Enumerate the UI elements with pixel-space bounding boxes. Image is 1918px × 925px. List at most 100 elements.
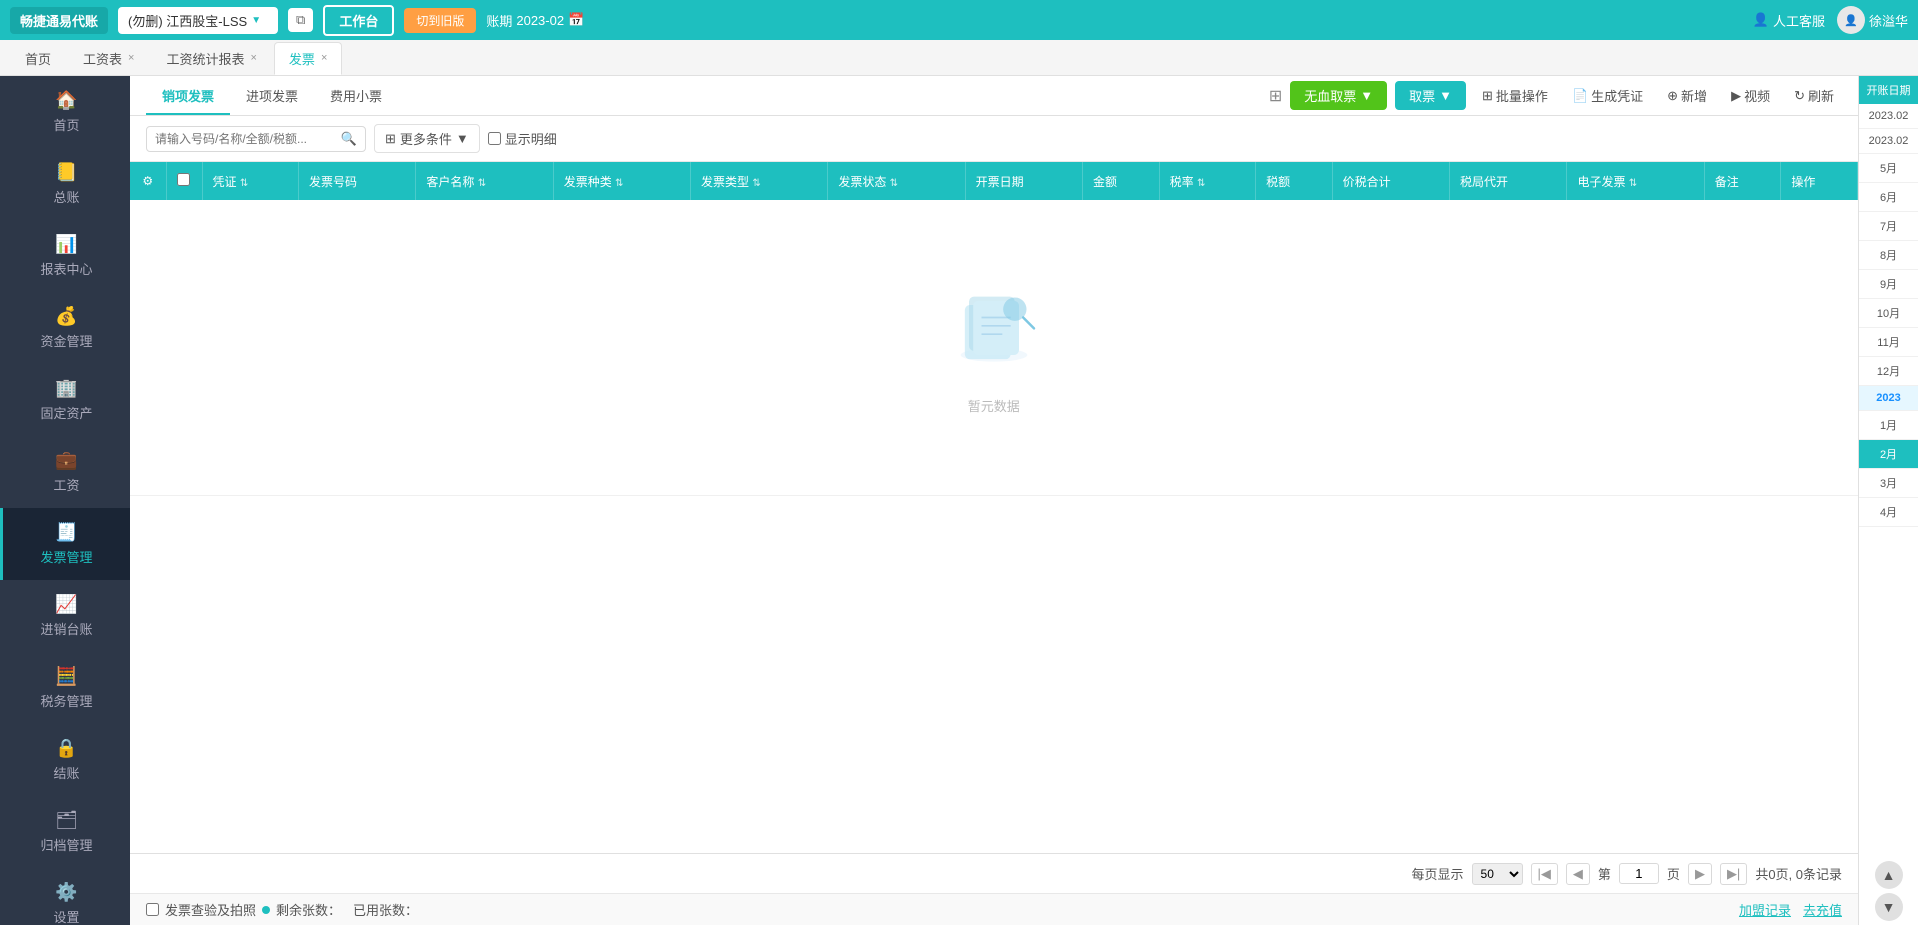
sidebar-item-fund[interactable]: 💰 资金管理 bbox=[0, 292, 130, 364]
scroll-down-button[interactable]: ▼ bbox=[1875, 893, 1903, 921]
search-input[interactable] bbox=[155, 132, 337, 146]
col-e-invoice[interactable]: 电子发票 ⇅ bbox=[1567, 162, 1704, 200]
prev-page-button[interactable]: ◀ bbox=[1566, 863, 1590, 885]
sidebar-item-ledger[interactable]: 📒 总账 bbox=[0, 148, 130, 220]
open-period-button[interactable]: 开账日期 bbox=[1859, 76, 1918, 104]
col-invoice-status[interactable]: 发票状态 ⇅ bbox=[828, 162, 965, 200]
verify-checkbox[interactable] bbox=[146, 903, 159, 916]
sidebar-label-salary: 工资 bbox=[53, 475, 79, 494]
logo: 畅捷通易代账 bbox=[10, 7, 108, 34]
sidebar-label-report: 报表中心 bbox=[40, 259, 92, 278]
tab-salary-table-close-icon[interactable]: × bbox=[128, 52, 134, 64]
next-page-button[interactable]: ▶ bbox=[1688, 863, 1712, 885]
tab-salary-report-close-icon[interactable]: × bbox=[250, 52, 256, 64]
month-item-2023-02-top[interactable]: 2023.02 bbox=[1859, 104, 1918, 129]
col-invoice-type[interactable]: 发票种类 ⇅ bbox=[553, 162, 690, 200]
sidebar-item-sales[interactable]: 📈 进销台账 bbox=[0, 580, 130, 652]
sidebar: 🏠 首页 📒 总账 📊 报表中心 💰 资金管理 🏢 固定资产 💼 工资 🧾 发票… bbox=[0, 76, 130, 925]
sub-tab-bar: 销项发票 进项发票 费用小票 ⊞ 无血取票 ▼ 取票 ▼ ⊞ 批量操作 📄 bbox=[130, 76, 1858, 116]
first-page-button[interactable]: |◀ bbox=[1531, 863, 1558, 885]
month-item-5[interactable]: 5月 bbox=[1859, 154, 1918, 183]
sidebar-item-settings[interactable]: ⚙️ 设置 bbox=[0, 868, 130, 925]
sidebar-item-home[interactable]: 🏠 首页 bbox=[0, 76, 130, 148]
sidebar-item-closing[interactable]: 🔒 结账 bbox=[0, 724, 130, 796]
join-record-link[interactable]: 加盟记录 bbox=[1739, 900, 1791, 919]
bottom-bar: 发票查验及拍照 剩余张数： 已用张数： 加盟记录 去充值 bbox=[130, 893, 1858, 925]
support-item[interactable]: 👤 人工客服 bbox=[1753, 11, 1825, 30]
month-item-1[interactable]: 1月 bbox=[1859, 411, 1918, 440]
month-item-11[interactable]: 11月 bbox=[1859, 328, 1918, 357]
col-invoice-no: 发票号码 bbox=[299, 162, 416, 200]
empty-state: 暂元数据 bbox=[130, 200, 1858, 495]
col-voucher[interactable]: 凭证 ⇅ bbox=[202, 162, 299, 200]
col-invoice-category[interactable]: 发票类型 ⇅ bbox=[691, 162, 828, 200]
recharge-link[interactable]: 去充值 bbox=[1803, 900, 1842, 919]
period-label: 账期 bbox=[486, 11, 512, 30]
take-ticket-button[interactable]: 取票 ▼ bbox=[1395, 81, 1466, 110]
no-cancel-button[interactable]: 无血取票 ▼ bbox=[1290, 81, 1387, 110]
calendar-icon[interactable]: 📅 bbox=[568, 12, 584, 28]
used-label: 已用张数： bbox=[353, 900, 418, 919]
tab-salary-table[interactable]: 工资表 × bbox=[68, 42, 149, 74]
tab-home[interactable]: 首页 bbox=[10, 42, 66, 74]
sidebar-item-archive[interactable]: 🗂 归档管理 bbox=[0, 796, 130, 868]
video-label: 视频 bbox=[1744, 86, 1770, 105]
bottom-bar-left: 发票查验及拍照 剩余张数： 已用张数： bbox=[146, 900, 424, 919]
batch-op-button[interactable]: ⊞ 批量操作 bbox=[1474, 81, 1556, 110]
sort-rate-icon: ⇅ bbox=[1197, 178, 1205, 189]
sub-tab-outbound[interactable]: 销项发票 bbox=[146, 78, 230, 115]
company-selector[interactable]: (勿删) 江西股宝-LSS ▼ bbox=[118, 7, 278, 34]
col-tax-rate[interactable]: 税率 ⇅ bbox=[1159, 162, 1256, 200]
month-item-12[interactable]: 12月 bbox=[1859, 357, 1918, 386]
switch-old-button[interactable]: 切到旧版 bbox=[404, 8, 476, 33]
col-settings[interactable]: ⚙ bbox=[130, 162, 166, 200]
show-detail-checkbox-wrap[interactable]: 显示明细 bbox=[488, 129, 557, 148]
sidebar-item-invoice[interactable]: 🧾 发票管理 bbox=[0, 508, 130, 580]
sort-einvoice-icon: ⇅ bbox=[1629, 178, 1637, 189]
sub-tab-inbound[interactable]: 进项发票 bbox=[230, 78, 314, 115]
month-item-8[interactable]: 8月 bbox=[1859, 241, 1918, 270]
sub-tab-expense[interactable]: 费用小票 bbox=[314, 78, 398, 115]
page-input[interactable] bbox=[1619, 863, 1659, 884]
month-item-2023-02-2[interactable]: 2023.02 bbox=[1859, 129, 1918, 154]
select-all-checkbox[interactable] bbox=[177, 173, 190, 186]
bottom-bar-right: 加盟记录 去充值 bbox=[1739, 900, 1842, 919]
tab-salary-report[interactable]: 工资统计报表 × bbox=[151, 42, 271, 74]
scroll-up-button[interactable]: ▲ bbox=[1875, 861, 1903, 889]
new-button[interactable]: ⊕ 新增 bbox=[1659, 81, 1715, 110]
month-item-2[interactable]: 2月 bbox=[1859, 440, 1918, 469]
sidebar-item-salary[interactable]: 💼 工资 bbox=[0, 436, 130, 508]
month-item-10[interactable]: 10月 bbox=[1859, 299, 1918, 328]
month-item-3[interactable]: 3月 bbox=[1859, 469, 1918, 498]
user-item[interactable]: 👤 徐溢华 bbox=[1837, 6, 1908, 34]
tab-invoice[interactable]: 发票 × bbox=[274, 42, 342, 75]
refresh-button[interactable]: ↻ 刷新 bbox=[1786, 81, 1842, 110]
sidebar-item-asset[interactable]: 🏢 固定资产 bbox=[0, 364, 130, 436]
workspace-button[interactable]: 工作台 bbox=[323, 5, 394, 36]
col-tax-bureau: 税局代开 bbox=[1450, 162, 1567, 200]
grid-view-icon[interactable]: ⊞ bbox=[1269, 86, 1282, 106]
month-item-7[interactable]: 7月 bbox=[1859, 212, 1918, 241]
gen-voucher-button[interactable]: 📄 生成凭证 bbox=[1564, 81, 1651, 110]
video-button[interactable]: ▶ 视频 bbox=[1723, 81, 1778, 110]
sub-tab-actions: ⊞ 无血取票 ▼ 取票 ▼ ⊞ 批量操作 📄 生成凭证 bbox=[1269, 81, 1842, 110]
report-icon: 📊 bbox=[55, 234, 77, 255]
month-item-6[interactable]: 6月 bbox=[1859, 183, 1918, 212]
per-page-select[interactable]: 50 10 20 100 bbox=[1472, 863, 1523, 885]
show-detail-checkbox[interactable] bbox=[488, 132, 501, 145]
col-note: 备注 bbox=[1704, 162, 1781, 200]
month-item-9[interactable]: 9月 bbox=[1859, 270, 1918, 299]
period-value: 2023-02 bbox=[516, 13, 564, 28]
filter-button[interactable]: ⊞ 更多条件 ▼ bbox=[374, 124, 480, 153]
tab-invoice-close-icon[interactable]: × bbox=[321, 52, 327, 64]
tab-salary-table-label: 工资表 bbox=[83, 49, 122, 68]
refresh-icon: ↻ bbox=[1794, 88, 1805, 104]
verify-dot-icon bbox=[262, 906, 270, 914]
col-customer[interactable]: 客户名称 ⇅ bbox=[416, 162, 553, 200]
copy-button[interactable]: ⧉ bbox=[288, 8, 313, 32]
last-page-button[interactable]: ▶| bbox=[1720, 863, 1747, 885]
month-item-4[interactable]: 4月 bbox=[1859, 498, 1918, 527]
sort-category-icon: ⇅ bbox=[752, 178, 760, 189]
sidebar-item-report[interactable]: 📊 报表中心 bbox=[0, 220, 130, 292]
sidebar-item-tax[interactable]: 🧮 税务管理 bbox=[0, 652, 130, 724]
